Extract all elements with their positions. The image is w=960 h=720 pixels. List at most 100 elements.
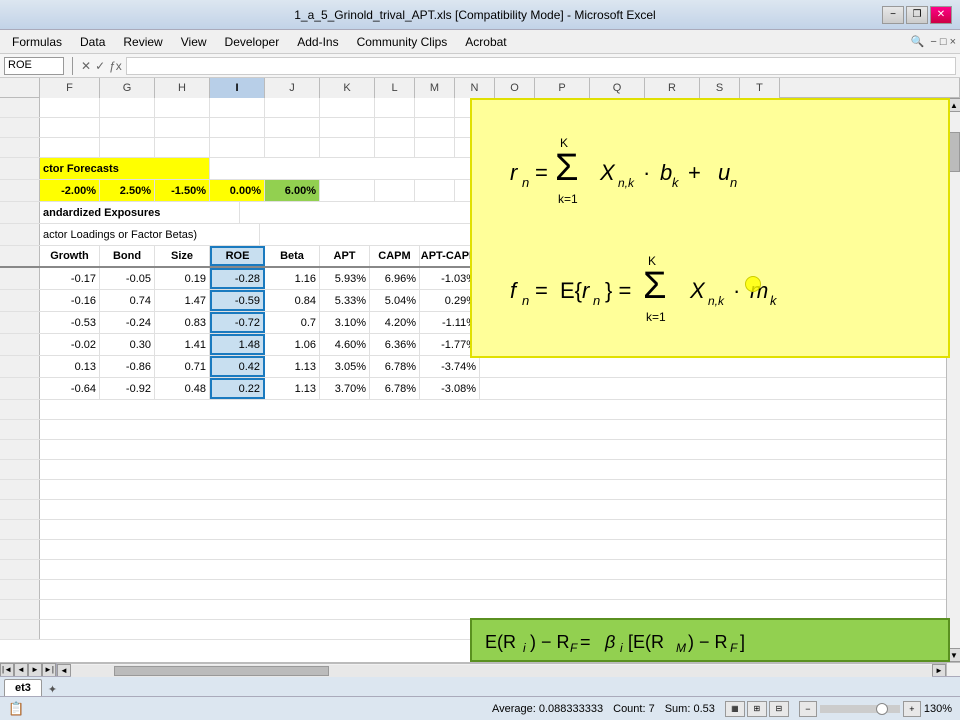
th-capm[interactable]: CAPM (370, 246, 420, 266)
cell[interactable] (265, 118, 320, 137)
zoom-in-button[interactable]: + (903, 701, 921, 717)
menu-data[interactable]: Data (72, 33, 113, 51)
exposures-header[interactable]: andardized Exposures (40, 202, 240, 223)
cell-growth[interactable]: -0.16 (40, 290, 100, 311)
zoom-controls[interactable]: − + 130% (799, 701, 952, 717)
formula-cancel[interactable]: ✕ (81, 59, 91, 73)
cell-roe[interactable]: -0.59 (210, 290, 265, 311)
col-header-l[interactable]: L (375, 78, 415, 98)
cell-growth[interactable]: -0.17 (40, 268, 100, 289)
cell[interactable] (210, 98, 265, 117)
cell[interactable] (320, 138, 375, 157)
col-header-j[interactable]: J (265, 78, 320, 98)
cell[interactable] (155, 138, 210, 157)
zoom-thumb[interactable] (876, 703, 888, 715)
cell[interactable] (40, 118, 100, 137)
factor-forecasts-header[interactable]: ctor Forecasts (40, 158, 210, 179)
cell[interactable] (210, 118, 265, 137)
th-beta[interactable]: Beta (265, 246, 320, 266)
sheet-nav-first[interactable]: |◄ (0, 663, 14, 677)
horizontal-scrollbar[interactable]: ◄ ► (57, 663, 946, 677)
cell-aptcapm[interactable]: -3.08% (420, 378, 480, 399)
close-button[interactable]: ✕ (930, 6, 952, 24)
th-size[interactable]: Size (155, 246, 210, 266)
cell-roe[interactable]: 0.22 (210, 378, 265, 399)
scroll-track[interactable] (71, 665, 932, 677)
zoom-slider[interactable] (820, 705, 900, 713)
cell-reference[interactable]: ROE (4, 57, 64, 75)
cell-size[interactable]: 0.19 (155, 268, 210, 289)
cell-size[interactable]: 1.41 (155, 334, 210, 355)
cell-beta[interactable]: 0.84 (265, 290, 320, 311)
cell-bond[interactable]: -0.92 (100, 378, 155, 399)
th-roe[interactable]: ROE (210, 246, 265, 266)
cell-aptcapm[interactable]: -3.74% (420, 356, 480, 377)
cell-capm[interactable]: 4.20% (370, 312, 420, 333)
cell-beta[interactable]: 1.16 (265, 268, 320, 289)
zoom-out-button[interactable]: − (799, 701, 817, 717)
cell-capm[interactable]: 5.04% (370, 290, 420, 311)
cell[interactable] (40, 98, 100, 117)
cell[interactable] (265, 98, 320, 117)
col-header-k[interactable]: K (320, 78, 375, 98)
th-apt[interactable]: APT (320, 246, 370, 266)
th-bond[interactable]: Bond (100, 246, 155, 266)
cell[interactable] (210, 138, 265, 157)
cell[interactable] (100, 138, 155, 157)
cell-size[interactable]: 0.48 (155, 378, 210, 399)
insert-sheet-button[interactable]: ✦ (44, 683, 61, 696)
menu-view[interactable]: View (173, 33, 215, 51)
forecast-val-4[interactable]: 0.00% (210, 180, 265, 201)
forecast-val-3[interactable]: -1.50% (155, 180, 210, 201)
cell[interactable] (320, 98, 375, 117)
col-header-r[interactable]: R (645, 78, 700, 98)
menu-review[interactable]: Review (115, 33, 170, 51)
cell-bond[interactable]: 0.74 (100, 290, 155, 311)
cell-capm[interactable]: 6.96% (370, 268, 420, 289)
page-break-button[interactable]: ⊟ (769, 701, 789, 717)
cell-apt[interactable]: 3.10% (320, 312, 370, 333)
cell[interactable] (155, 98, 210, 117)
cell[interactable] (415, 98, 455, 117)
cell-bond[interactable]: 0.30 (100, 334, 155, 355)
menu-formulas[interactable]: Formulas (4, 33, 70, 51)
cell[interactable] (100, 98, 155, 117)
cell-apt[interactable]: 4.60% (320, 334, 370, 355)
cell[interactable] (155, 118, 210, 137)
cell-capm[interactable]: 6.78% (370, 356, 420, 377)
cell-size[interactable]: 0.71 (155, 356, 210, 377)
cell-capm[interactable]: 6.78% (370, 378, 420, 399)
sheet-nav-last[interactable]: ►| (42, 663, 56, 677)
cell-growth[interactable]: -0.64 (40, 378, 100, 399)
cell[interactable] (415, 180, 455, 201)
cell[interactable] (415, 138, 455, 157)
cell-apt[interactable]: 3.70% (320, 378, 370, 399)
forecast-val-2[interactable]: 2.50% (100, 180, 155, 201)
cell-beta[interactable]: 1.06 (265, 334, 320, 355)
sheet-tab-3[interactable]: et3 (4, 679, 42, 696)
cell-capm[interactable]: 6.36% (370, 334, 420, 355)
forecast-val-5[interactable]: 6.00% (265, 180, 320, 201)
cell-apt[interactable]: 5.33% (320, 290, 370, 311)
sheet-nav-next[interactable]: ► (28, 663, 42, 677)
minimize-button[interactable]: − (882, 6, 904, 24)
loadings-header[interactable]: actor Loadings or Factor Betas) (40, 224, 260, 245)
col-header-h[interactable]: H (155, 78, 210, 98)
cell-size[interactable]: 1.47 (155, 290, 210, 311)
sheet-nav-prev[interactable]: ◄ (14, 663, 28, 677)
scroll-thumb[interactable] (114, 666, 329, 676)
cell[interactable] (100, 118, 155, 137)
cell[interactable] (375, 180, 415, 201)
cell-apt[interactable]: 3.05% (320, 356, 370, 377)
page-layout-button[interactable]: ⊞ (747, 701, 767, 717)
col-header-f[interactable]: F (40, 78, 100, 98)
cell-beta[interactable]: 1.13 (265, 378, 320, 399)
cell[interactable] (265, 138, 320, 157)
formula-confirm[interactable]: ✓ (95, 59, 105, 73)
cell[interactable] (375, 118, 415, 137)
cell-beta[interactable]: 1.13 (265, 356, 320, 377)
col-header-q[interactable]: Q (590, 78, 645, 98)
menu-addins[interactable]: Add-Ins (289, 33, 346, 51)
cell[interactable] (375, 138, 415, 157)
cell-bond[interactable]: -0.24 (100, 312, 155, 333)
